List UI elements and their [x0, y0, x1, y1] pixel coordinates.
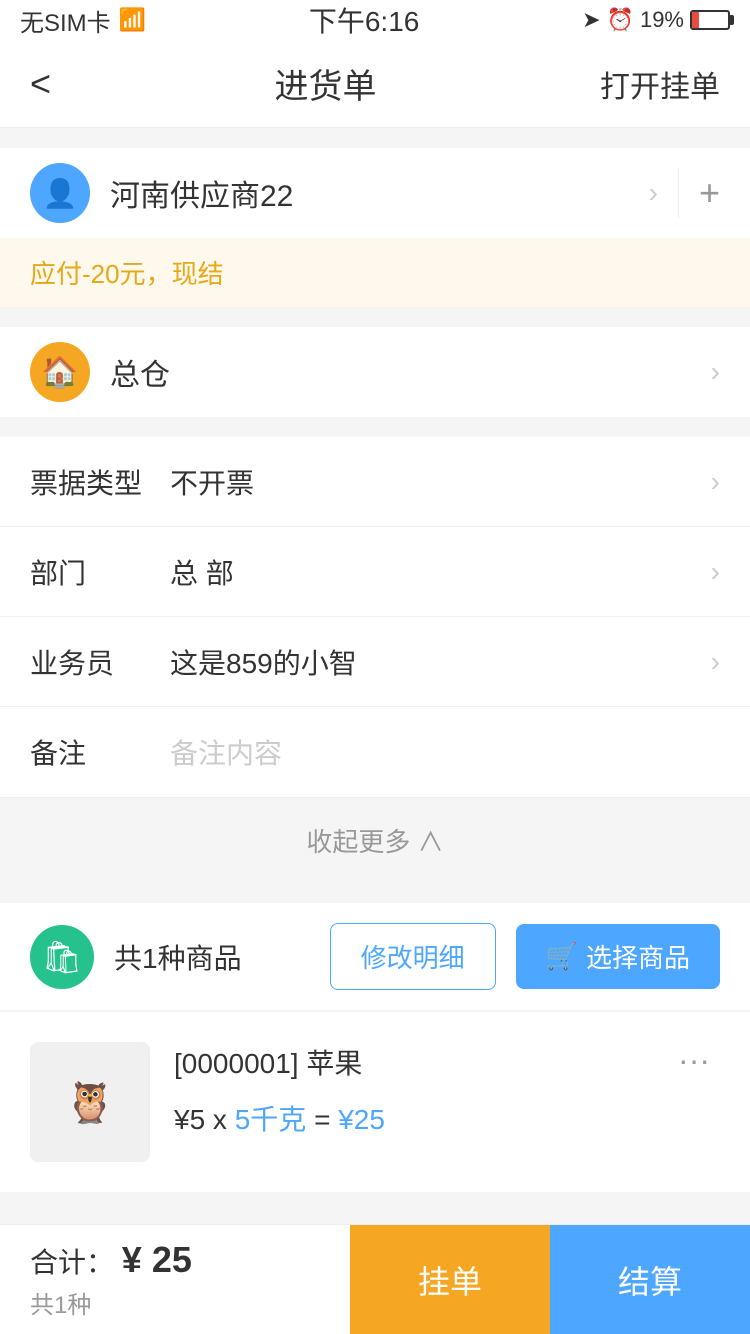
total-label: 合计：	[30, 1247, 114, 1278]
total-amount: ¥ 25	[122, 1239, 192, 1280]
page-title: 进货单	[275, 59, 377, 108]
location-icon: ➤	[582, 7, 600, 33]
invoice-row[interactable]: 票据类型 不开票 ›	[0, 437, 750, 527]
supplier-avatar: 👤	[30, 163, 90, 223]
product-card: 🦉 [0000001] 苹果 ¥5 x 5千克 = ¥25 ···	[0, 1012, 750, 1192]
carrier-text: 无SIM卡	[20, 3, 111, 38]
supplier-row[interactable]: 👤 河南供应商22 › +	[0, 148, 750, 238]
warehouse-section: 🏠 总仓 ›	[0, 327, 750, 417]
department-label: 部门	[30, 552, 150, 592]
status-time: 下午6:16	[309, 0, 420, 40]
supplier-section: 👤 河南供应商22 › + 应付-20元，现结	[0, 148, 750, 307]
wifi-icon: 📶	[119, 7, 146, 33]
select-product-label: 选择商品	[586, 938, 690, 975]
product-section-icon: 🛍	[30, 925, 94, 989]
open-hang-button[interactable]: 打开挂单	[600, 62, 720, 106]
owl-icon: 🦉	[65, 1079, 115, 1126]
settle-button[interactable]: 结算	[550, 1225, 750, 1334]
product-name: [0000001] 苹果	[174, 1042, 644, 1082]
status-left: 无SIM卡 📶	[20, 3, 146, 38]
back-button[interactable]: <	[30, 63, 51, 105]
salesperson-label: 业务员	[30, 642, 150, 682]
invoice-label: 票据类型	[30, 462, 150, 502]
select-product-button[interactable]: 🛒 选择商品	[516, 924, 720, 989]
subtotal: ¥25	[338, 1104, 385, 1135]
hang-button[interactable]: 挂单	[350, 1225, 550, 1334]
remark-input[interactable]: 备注内容	[170, 732, 720, 772]
select-product-icon: 🛒	[546, 941, 578, 972]
footer: 合计： ¥ 25 共1种 挂单 结算	[0, 1224, 750, 1334]
salesperson-chevron-icon: ›	[711, 646, 720, 678]
supplier-chevron-icon: ›	[649, 177, 658, 209]
warehouse-name: 总仓	[110, 350, 711, 394]
unit-price: ¥5	[174, 1104, 205, 1135]
salesperson-value: 这是859的小智	[170, 642, 711, 682]
quantity-value: 5千克	[235, 1104, 307, 1135]
department-value: 总 部	[170, 552, 711, 592]
product-title: 苹果	[306, 1048, 362, 1079]
warehouse-icon: 🏠	[30, 342, 90, 402]
product-price-row: ¥5 x 5千克 = ¥25	[174, 1098, 644, 1138]
product-thumbnail: 🦉	[30, 1042, 150, 1162]
product-header: 🛍 共1种商品 修改明细 🛒 选择商品	[0, 903, 750, 1010]
footer-total-row: 合计： ¥ 25	[30, 1239, 320, 1281]
add-supplier-button[interactable]: +	[699, 172, 720, 214]
collapse-bar[interactable]: 收起更多 ∧	[0, 797, 750, 883]
status-bar: 无SIM卡 📶 下午6:16 ➤ ⏰ 19%	[0, 0, 750, 40]
product-more-button[interactable]: ···	[668, 1042, 720, 1079]
remark-label: 备注	[30, 732, 150, 772]
nav-bar: < 进货单 打开挂单	[0, 40, 750, 128]
bag-icon: 🛍	[42, 938, 83, 976]
invoice-value: 不开票	[170, 462, 711, 502]
department-row[interactable]: 部门 总 部 ›	[0, 527, 750, 617]
footer-total: 合计： ¥ 25 共1种	[0, 1239, 350, 1320]
edit-detail-button[interactable]: 修改明细	[330, 923, 496, 990]
department-chevron-icon: ›	[711, 556, 720, 588]
status-right: ➤ ⏰ 19%	[582, 7, 730, 33]
warehouse-row[interactable]: 🏠 总仓 ›	[0, 327, 750, 417]
salesperson-row[interactable]: 业务员 这是859的小智 ›	[0, 617, 750, 707]
battery-percent: 19%	[640, 7, 684, 33]
remark-row[interactable]: 备注 备注内容	[0, 707, 750, 797]
avatar-icon: 👤	[43, 177, 78, 210]
product-info: [0000001] 苹果 ¥5 x 5千克 = ¥25	[174, 1042, 644, 1138]
warehouse-chevron-icon: ›	[711, 356, 720, 388]
alarm-icon: ⏰	[607, 7, 634, 33]
battery-icon	[690, 10, 730, 30]
divider	[678, 168, 679, 218]
supplier-name: 河南供应商22	[110, 171, 649, 215]
form-section: 票据类型 不开票 › 部门 总 部 › 业务员 这是859的小智 › 备注 备注…	[0, 437, 750, 797]
invoice-chevron-icon: ›	[711, 466, 720, 498]
product-code: [0000001]	[174, 1048, 299, 1079]
supplier-notice: 应付-20元，现结	[0, 238, 750, 307]
footer-count: 共1种	[30, 1285, 320, 1320]
product-count: 共1种商品	[114, 937, 310, 977]
